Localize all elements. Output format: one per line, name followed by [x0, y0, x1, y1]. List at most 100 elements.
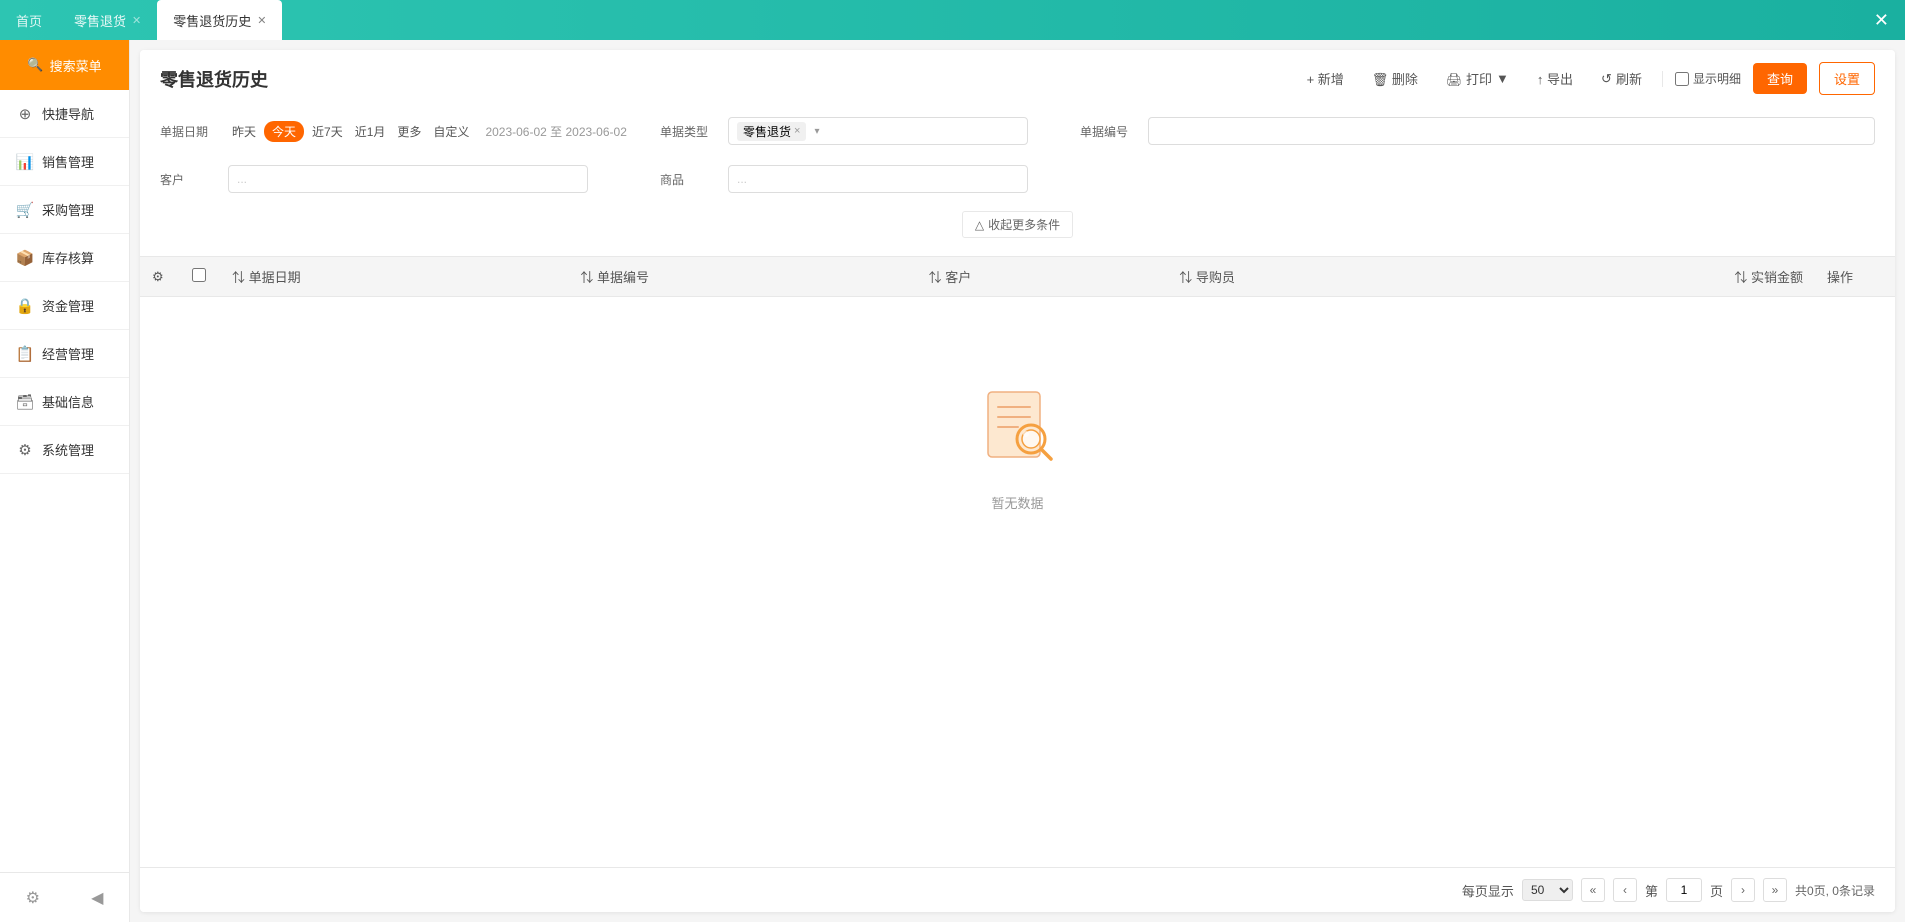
date-opt-custom[interactable]: 自定义 [429, 121, 473, 142]
filter-doc-number-input[interactable] [1148, 117, 1875, 145]
sidebar-search-label: 搜索菜单 [50, 56, 102, 75]
collapse-button[interactable]: △ 收起更多条件 [962, 211, 1073, 238]
filter-doc-number-label: 单据编号 [1080, 123, 1140, 140]
select-all-checkbox[interactable] [192, 268, 206, 282]
filter-customer-placeholder: ... [237, 172, 247, 186]
th-doc-date-label: ⇅ 单据日期 [232, 270, 301, 285]
date-opt-today[interactable]: 今天 [264, 121, 304, 142]
data-table: ⚙ ⇅ 单据日期 ⇅ 单据编号 [140, 257, 1895, 592]
sidebar-item-finance[interactable]: 🔒 资金管理 [0, 282, 129, 330]
finance-icon: 🔒 [16, 297, 34, 315]
operations-icon: 📋 [16, 345, 34, 363]
filter-row-2: 客户 ... 商品 ... [160, 155, 1875, 203]
page-prev-button[interactable]: ‹ [1613, 878, 1637, 902]
th-doc-date[interactable]: ⇅ 单据日期 [220, 257, 568, 297]
filter-doc-number-field: 单据编号 [1080, 113, 1875, 149]
date-opt-1month[interactable]: 近1月 [351, 121, 390, 142]
th-amount-label: ⇅ 实销金额 [1734, 270, 1803, 285]
th-guide-label: ⇅ 导购员 [1179, 270, 1235, 285]
sidebar-menu: ⊕ 快捷导航 📊 销售管理 🛒 采购管理 📦 库存核算 🔒 资金管理 📋 [0, 90, 129, 872]
table-body: 暂无数据 [140, 297, 1895, 593]
filter-goods-label: 商品 [660, 171, 720, 188]
sidebar-bottom: ⚙ ◀ [0, 872, 129, 922]
filter-goods-input[interactable]: ... [728, 165, 1028, 193]
filter-doc-type-label: 单据类型 [660, 123, 720, 140]
window-close-button[interactable]: ✕ [1858, 10, 1905, 31]
sidebar-audio-icon[interactable]: ◀ [91, 888, 103, 908]
filter-doc-type-tag: 零售退货 × [737, 122, 806, 141]
th-doc-number[interactable]: ⇅ 单据编号 [568, 257, 916, 297]
filter-area: 单据日期 昨天 今天 近7天 近1月 更多 自定义 2023-06-02 至 2… [160, 107, 1875, 256]
sidebar-search[interactable]: 🔍 搜索菜单 [0, 40, 129, 90]
sidebar-item-inventory[interactable]: 📦 库存核算 [0, 234, 129, 282]
tab-retail-return-close-icon[interactable]: ✕ [132, 14, 141, 27]
print-dropdown-icon[interactable]: ▼ [1496, 71, 1509, 86]
empty-state-cell: 暂无数据 [140, 297, 1895, 593]
settings-button[interactable]: 设置 [1819, 62, 1875, 95]
query-button[interactable]: 查询 [1753, 63, 1807, 94]
column-settings-icon[interactable]: ⚙ [152, 269, 164, 284]
page-title-bar: 零售退货历史 + 新增 🗑 删除 🖨 打印 ▼ ↑ [160, 62, 1875, 95]
filter-customer-field: 客户 ... [160, 161, 660, 197]
purchase-mgmt-icon: 🛒 [16, 201, 34, 219]
filter-customer-input[interactable]: ... [228, 165, 588, 193]
th-amount[interactable]: ⇅ 实销金额 [1467, 257, 1815, 297]
th-customer-label: ⇅ 客户 [929, 270, 972, 285]
filter-doc-type-input[interactable]: 零售退货 × ▾ [728, 117, 1028, 145]
sidebar-item-quick-nav-label: 快捷导航 [42, 104, 94, 123]
filter-doc-type-tag-value: 零售退货 [743, 123, 791, 140]
delete-button-label: 🗑 删除 [1372, 69, 1418, 88]
page-total: 共0页, 0条记录 [1795, 882, 1875, 899]
sidebar-item-basic-info[interactable]: 🗃 基础信息 [0, 378, 129, 426]
tab-retail-return-history-close-icon[interactable]: ✕ [257, 14, 266, 27]
th-settings[interactable]: ⚙ [140, 257, 180, 297]
th-doc-number-label: ⇅ 单据编号 [580, 270, 649, 285]
sidebar-settings-icon[interactable]: ⚙ [26, 888, 40, 908]
sidebar-item-operations[interactable]: 📋 经营管理 [0, 330, 129, 378]
date-opt-yesterday[interactable]: 昨天 [228, 121, 260, 142]
page-last-button[interactable]: » [1763, 878, 1787, 902]
delete-button[interactable]: 🗑 删除 [1364, 65, 1426, 92]
export-button[interactable]: ↑ 导出 [1529, 65, 1581, 92]
sidebar-item-system-mgmt[interactable]: ⚙ 系统管理 [0, 426, 129, 474]
new-button[interactable]: + 新增 [1299, 65, 1352, 92]
top-bar: 首页 零售退货 ✕ 零售退货历史 ✕ ✕ [0, 0, 1905, 40]
display-detail-checkbox[interactable] [1675, 72, 1689, 86]
filter-doc-type-dropdown-icon[interactable]: ▾ [814, 126, 819, 137]
sidebar-item-inventory-label: 库存核算 [42, 248, 94, 267]
page-number-input[interactable] [1666, 878, 1702, 902]
th-action: 操作 [1815, 257, 1895, 297]
sidebar-item-purchase-mgmt[interactable]: 🛒 采购管理 [0, 186, 129, 234]
date-opt-more[interactable]: 更多 [393, 121, 425, 142]
print-button[interactable]: 🖨 打印 ▼ [1438, 65, 1517, 92]
page-size-select[interactable]: 20 50 100 [1522, 879, 1573, 901]
filter-doc-type-tag-close[interactable]: × [794, 125, 800, 137]
sidebar-item-quick-nav[interactable]: ⊕ 快捷导航 [0, 90, 129, 138]
display-detail-toggle[interactable]: 显示明细 [1675, 70, 1741, 87]
sidebar-item-finance-label: 资金管理 [42, 296, 94, 315]
sidebar: 🔍 搜索菜单 ⊕ 快捷导航 📊 销售管理 🛒 采购管理 📦 库存核算 🔒 [0, 40, 130, 922]
quick-nav-icon: ⊕ [16, 105, 34, 123]
sidebar-item-basic-info-label: 基础信息 [42, 392, 94, 411]
refresh-button[interactable]: ↺ ↺ 刷新 刷新 [1593, 65, 1650, 92]
export-button-label: ↑ 导出 [1537, 69, 1573, 88]
pagination-bar: 每页显示 20 50 100 « ‹ 第 页 › » 共0页, 0条记录 [140, 867, 1895, 912]
tab-home[interactable]: 首页 [0, 0, 58, 40]
page-label: 第 [1645, 881, 1658, 900]
collapse-label: 收起更多条件 [988, 216, 1060, 233]
date-opt-7days[interactable]: 近7天 [308, 121, 347, 142]
table-header-row: ⚙ ⇅ 单据日期 ⇅ 单据编号 [140, 257, 1895, 297]
th-checkbox[interactable] [180, 257, 220, 297]
sidebar-item-system-mgmt-label: 系统管理 [42, 440, 94, 459]
toolbar-divider [1662, 71, 1663, 87]
th-guide[interactable]: ⇅ 导购员 [1167, 257, 1466, 297]
tab-retail-return-history[interactable]: 零售退货历史 ✕ [157, 0, 282, 40]
th-customer[interactable]: ⇅ 客户 [917, 257, 1168, 297]
tab-retail-return[interactable]: 零售退货 ✕ [58, 0, 157, 40]
filter-doc-type-field: 单据类型 零售退货 × ▾ [660, 113, 1080, 149]
sidebar-item-sales-mgmt[interactable]: 📊 销售管理 [0, 138, 129, 186]
page-first-button[interactable]: « [1581, 878, 1605, 902]
th-action-label: 操作 [1827, 270, 1853, 285]
sidebar-item-sales-mgmt-label: 销售管理 [42, 152, 94, 171]
page-next-button[interactable]: › [1731, 878, 1755, 902]
